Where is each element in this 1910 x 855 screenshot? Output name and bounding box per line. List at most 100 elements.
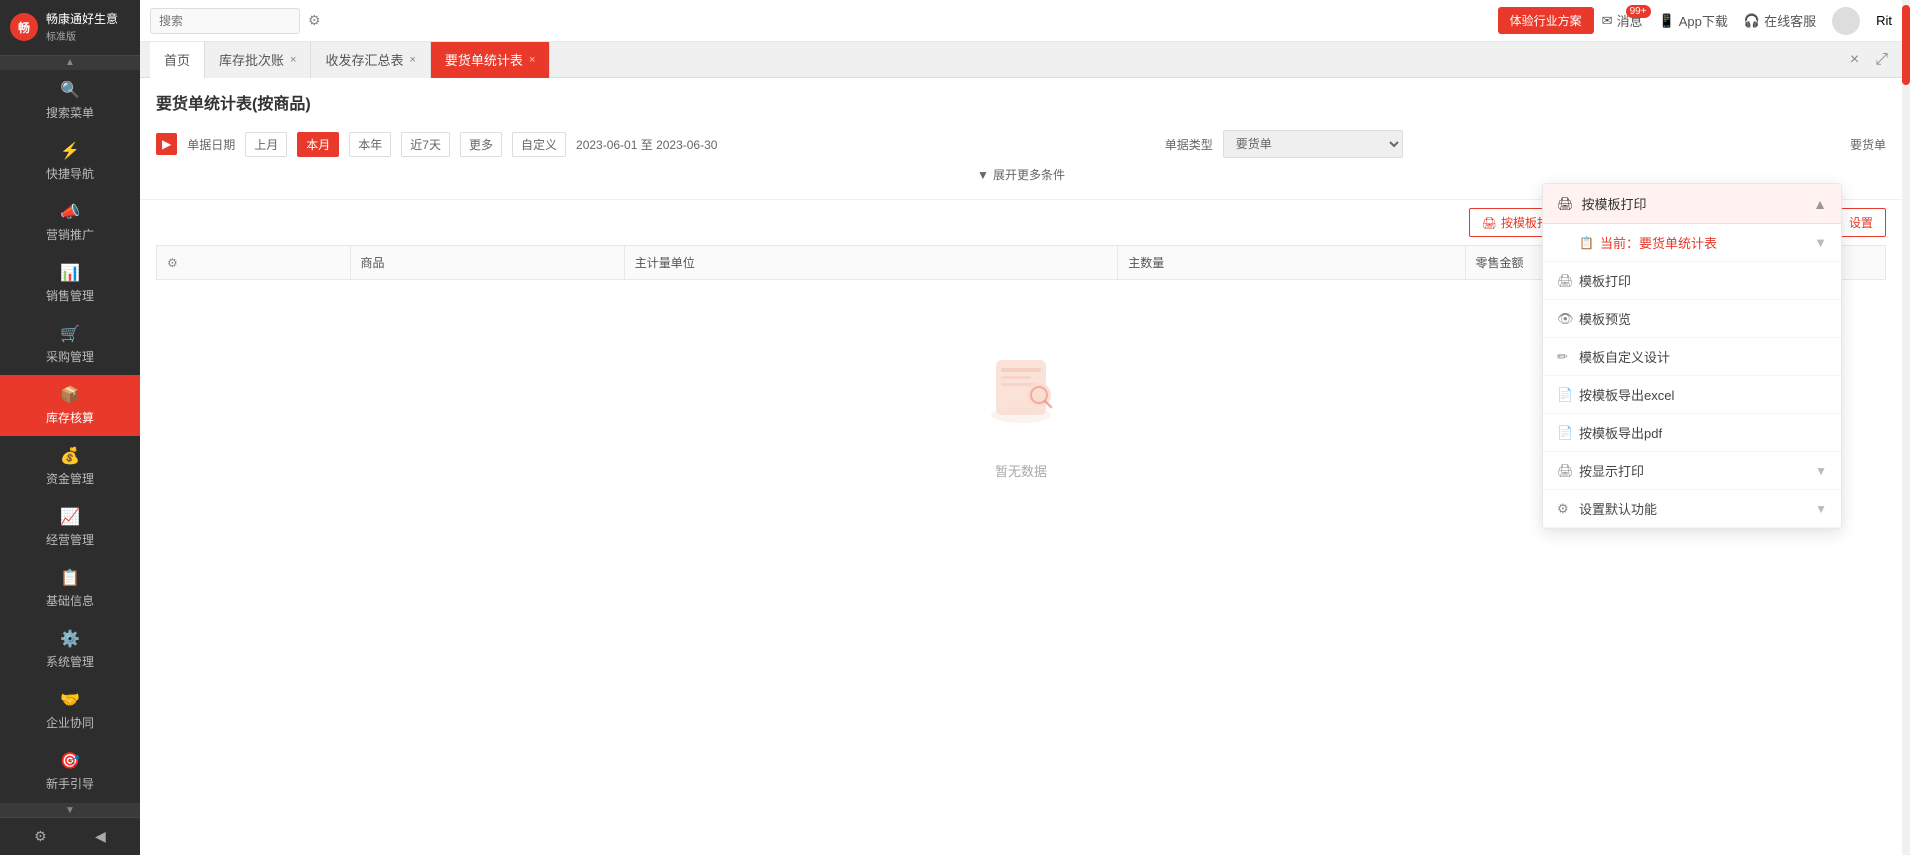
- user-name[interactable]: Rit: [1876, 13, 1892, 28]
- date-btn-prev[interactable]: 上月: [245, 132, 287, 157]
- online-service-label: 在线客服: [1764, 11, 1816, 30]
- close-receipt-summary-icon[interactable]: ×: [409, 54, 415, 66]
- sidebar-item-inventory[interactable]: 📦库存核算: [0, 375, 140, 436]
- sidebar-scroll-down[interactable]: ▼: [0, 803, 140, 817]
- tab-home[interactable]: 首页: [150, 42, 205, 78]
- dropdown-header: 🖨 按模板打印 ▲: [1543, 184, 1841, 224]
- headset-icon: 🎧: [1744, 13, 1760, 29]
- sidebar-label-search: 搜索菜单: [46, 104, 94, 121]
- sidebar-logo: 畅 畅康通好生意 标准版: [0, 0, 140, 56]
- dropdown-item-display-print[interactable]: 🖨 按显示打印 ▼: [1543, 452, 1841, 490]
- collapse-icon[interactable]: ◀: [95, 828, 106, 845]
- date-btn-more[interactable]: 更多: [460, 132, 502, 157]
- dropdown-item-template-print[interactable]: 🖨 模板打印: [1543, 262, 1841, 300]
- page-content: 要货单统计表(按商品) ▶ 单据日期 上月 本月 本年 近7天 更多 自定义 2…: [140, 78, 1902, 855]
- tab-order-stats[interactable]: 要货单统计表 ×: [431, 42, 550, 78]
- col-settings[interactable]: ⚙: [157, 246, 351, 280]
- sidebar-scroll-up[interactable]: ▲: [0, 56, 140, 70]
- dropdown-item-template-print-label: 模板打印: [1579, 271, 1631, 290]
- order-type-label: 单据类型: [1165, 136, 1213, 153]
- sidebar-label-operation: 经营管理: [46, 531, 94, 548]
- expand-label: 展开更多条件: [993, 166, 1065, 183]
- dropdown-item-template-preview[interactable]: 👁 模板预览: [1543, 300, 1841, 338]
- dropdown-title-text: 按模板打印: [1582, 194, 1647, 213]
- dropdown-set-default-icon: ⚙: [1557, 501, 1569, 517]
- dropdown-excel-icon: 📄: [1557, 387, 1573, 403]
- sidebar-item-basic[interactable]: 📋 基础信息: [0, 558, 140, 619]
- search-input[interactable]: [150, 8, 300, 34]
- tab-receipt-summary-label: 收发存汇总表: [325, 50, 403, 69]
- sidebar-item-purchase[interactable]: 🛒采购管理: [0, 314, 140, 375]
- filter-expand-arrow[interactable]: ▶: [156, 133, 177, 155]
- message-btn[interactable]: ✉ 消息 99+: [1602, 11, 1643, 30]
- sidebar-label-cooperation: 企业协同: [46, 714, 94, 731]
- sidebar-icon-sales: 📊: [60, 263, 80, 283]
- close-inventory-batch-icon[interactable]: ×: [290, 54, 296, 66]
- dropdown-item-set-default[interactable]: ⚙ 设置默认功能 ▼: [1543, 490, 1841, 528]
- settings-button[interactable]: 设置: [1836, 208, 1886, 237]
- sidebar-item-sales[interactable]: 📊 销售管理: [0, 253, 140, 314]
- date-btn-7days[interactable]: 近7天: [401, 132, 450, 157]
- window-close-icon[interactable]: ×: [1846, 47, 1863, 73]
- sidebar-item-finance[interactable]: 💰资金管理: [0, 436, 140, 497]
- sidebar-bottom: ⚙ ◀: [0, 817, 140, 855]
- app-download-icon: 📱: [1659, 13, 1675, 29]
- date-label: 单据日期: [187, 136, 235, 153]
- dropdown-item-display-print-label: 按显示打印: [1579, 461, 1644, 480]
- sidebar-icon-marketing: 📣: [60, 202, 80, 222]
- sidebar-icon-operation: 📈: [60, 507, 80, 527]
- expand-more-btn[interactable]: ▼ 展开更多条件: [969, 162, 1073, 187]
- topbar: ⚙ 体验行业方案 ✉ 消息 99+ 📱 App下载 🎧 在线客服 Rit: [140, 0, 1902, 42]
- tab-bar: 首页 库存批次账 × 收发存汇总表 × 要货单统计表 × × ⤢: [140, 42, 1902, 78]
- sidebar-label-sales: 销售管理: [46, 287, 94, 304]
- dropdown-close-icon[interactable]: ▲: [1813, 196, 1827, 212]
- gear-icon[interactable]: ⚙: [308, 12, 321, 29]
- dropdown-item-template-excel[interactable]: 📄 按模板导出excel: [1543, 376, 1841, 414]
- app-download-btn[interactable]: 📱 App下载: [1659, 11, 1728, 30]
- experience-industry-button[interactable]: 体验行业方案: [1498, 7, 1594, 34]
- tabs-right-controls: × ⤢: [1846, 47, 1892, 73]
- close-order-stats-icon[interactable]: ×: [529, 54, 535, 66]
- date-btn-custom[interactable]: 自定义: [512, 132, 566, 157]
- tab-inventory-batch-label: 库存批次账: [219, 50, 284, 69]
- current-item-label: 当前：要货单统计表: [1600, 233, 1717, 252]
- date-btn-current[interactable]: 本月: [297, 132, 339, 157]
- dropdown-display-print-icon: 🖨: [1557, 463, 1574, 479]
- maximize-icon[interactable]: ⤢: [1871, 47, 1892, 73]
- dropdown-item-template-pdf[interactable]: 📄 按模板导出pdf: [1543, 414, 1841, 452]
- sidebar-item-cooperation[interactable]: 🤝企业协同: [0, 680, 140, 741]
- tab-inventory-batch[interactable]: 库存批次账 ×: [205, 42, 311, 78]
- online-service-btn[interactable]: 🎧 在线客服: [1744, 11, 1816, 30]
- sidebar-item-shortcut[interactable]: ⚡快捷导航: [0, 131, 140, 192]
- sidebar: 畅 畅康通好生意 标准版 ▲ 🔍搜索菜单⚡快捷导航📣营销推广 📊 销售管理 🛒采购管理…: [0, 0, 140, 855]
- order-type-select[interactable]: 要货单: [1223, 130, 1403, 158]
- sidebar-icon-basic: 📋: [60, 568, 80, 588]
- app-logo-icon: 畅: [10, 13, 38, 41]
- date-btn-year[interactable]: 本年: [349, 132, 391, 157]
- dropdown-current-item[interactable]: 📋 当前：要货单统计表 ▼: [1543, 224, 1841, 262]
- printer-icon: 🖨: [1482, 216, 1497, 230]
- right-scrollbar[interactable]: [1902, 0, 1910, 855]
- sidebar-item-operation[interactable]: 📈 经营管理: [0, 497, 140, 558]
- dropdown-item-template-design[interactable]: ✏ 模板自定义设计: [1543, 338, 1841, 376]
- sidebar-label-basic: 基础信息: [46, 592, 94, 609]
- sidebar-item-system[interactable]: ⚙️系统管理: [0, 619, 140, 680]
- main-area: ⚙ 体验行业方案 ✉ 消息 99+ 📱 App下载 🎧 在线客服 Rit 首页: [140, 0, 1902, 855]
- sidebar-item-search[interactable]: 🔍搜索菜单: [0, 70, 140, 131]
- sidebar-item-guide[interactable]: 🎯新手引导: [0, 741, 140, 802]
- dropdown-item-template-pdf-label: 按模板导出pdf: [1579, 423, 1662, 442]
- tab-receipt-summary[interactable]: 收发存汇总表 ×: [311, 42, 430, 78]
- dropdown-item-template-design-label: 模板自定义设计: [1579, 347, 1670, 366]
- scrollbar-thumb[interactable]: [1902, 5, 1910, 85]
- app-download-label: App下载: [1679, 11, 1728, 30]
- sidebar-item-marketing[interactable]: 📣营销推广: [0, 192, 140, 253]
- filter-row-1: ▶ 单据日期 上月 本月 本年 近7天 更多 自定义 2023-06-01 至 …: [156, 130, 1886, 158]
- avatar[interactable]: [1832, 7, 1860, 35]
- settings-icon[interactable]: ⚙: [34, 828, 47, 845]
- date-range: 2023-06-01 至 2023-06-30: [576, 136, 717, 153]
- dropdown-design-icon: ✏: [1557, 349, 1568, 365]
- col-unit: 主计量单位: [624, 246, 1118, 280]
- page-header: 要货单统计表(按商品): [140, 78, 1902, 122]
- sidebar-label-purchase: 采购管理: [46, 348, 94, 365]
- table-settings-icon[interactable]: ⚙: [167, 256, 178, 270]
